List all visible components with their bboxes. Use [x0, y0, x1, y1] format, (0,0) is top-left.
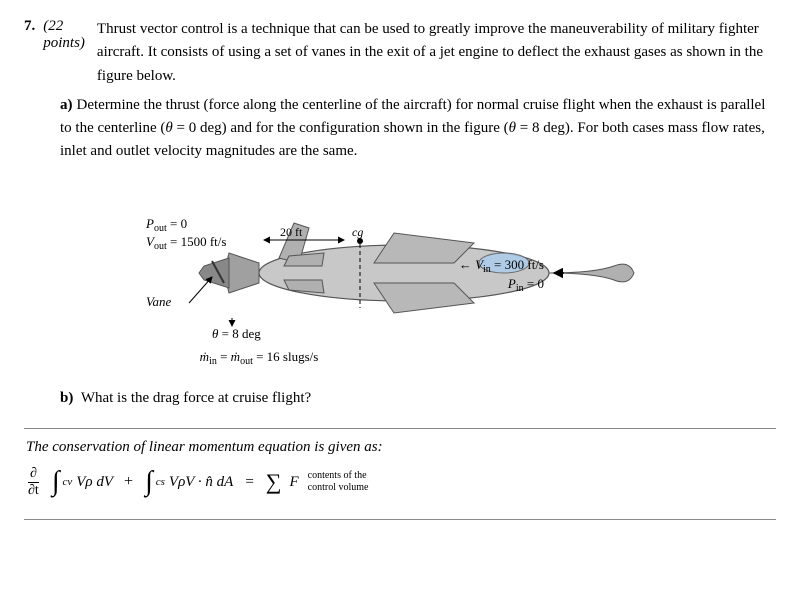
svg-text:ṁin = ṁout = 16 slugs/s: ṁin = ṁout = 16 slugs/s [200, 349, 319, 367]
problem-intro: Thrust vector control is a technique tha… [97, 18, 776, 88]
force-label: contents of the control volume [308, 470, 369, 494]
part-a-block: a)Determine the thrust (force along the … [60, 94, 776, 164]
problem-container: 7. (22 points) Thrust vector control is … [24, 18, 776, 520]
part-b-label: b) [60, 390, 73, 406]
solution-intro: The conservation of linear momentum equa… [26, 439, 776, 456]
integral-cv: ∫ cv Vρ dV [51, 468, 113, 496]
svg-text:θ = 8 deg: θ = 8 deg [212, 326, 261, 341]
part-b-text: What is the drag force at cruise flight? [81, 390, 311, 406]
force-symbol: F [289, 474, 298, 491]
plus-sign: + [124, 473, 133, 491]
sum-symbol: ∑ [266, 469, 282, 495]
svg-text:20 ft: 20 ft [280, 225, 303, 239]
aircraft-figure: Vane Pout = 0 Vout = 1500 ft/s 20 ft [84, 178, 644, 373]
section-divider [24, 428, 776, 429]
momentum-equation: ∂ ∂t ∫ cv Vρ dV + ∫ cs VρV · n̂ dA = ∑ F… [26, 466, 776, 499]
partial-fraction: ∂ ∂t [26, 466, 41, 499]
svg-text:Pout = 0: Pout = 0 [145, 216, 187, 234]
part-a-label: a) [60, 97, 73, 113]
integral-cs: ∫ cs VρV · n̂ dA [144, 468, 233, 496]
figure-area: Vane Pout = 0 Vout = 1500 ft/s 20 ft [84, 178, 644, 373]
problem-points: (22 points) [43, 18, 85, 88]
problem-number: 7. [24, 18, 35, 88]
equals-sign: = [245, 474, 253, 491]
svg-text:Vout = 1500 ft/s: Vout = 1500 ft/s [146, 234, 226, 252]
part-b-block: b) What is the drag force at cruise flig… [60, 387, 776, 410]
svg-text:Vane: Vane [146, 294, 172, 309]
svg-text:cg: cg [352, 225, 363, 239]
problem-header: 7. (22 points) Thrust vector control is … [24, 18, 776, 88]
part-a-text: Determine the thrust (force along the ce… [60, 97, 765, 160]
bottom-divider [24, 519, 776, 520]
